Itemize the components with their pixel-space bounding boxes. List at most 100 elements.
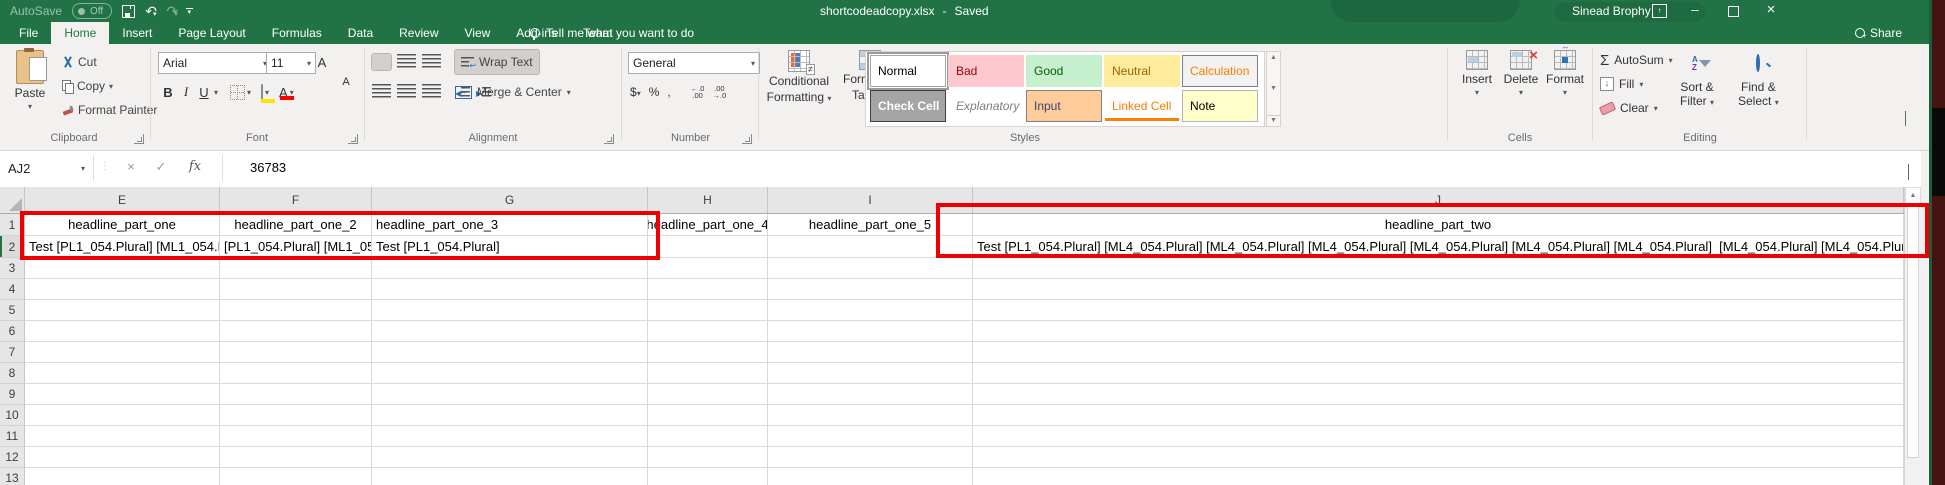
row-header-8[interactable]: 8 <box>0 363 25 384</box>
cell[interactable] <box>648 468 768 485</box>
row-header-9[interactable]: 9 <box>0 384 25 405</box>
row-header-13[interactable]: 13 <box>0 468 25 485</box>
number-format-combo[interactable]: General ▾ <box>628 52 760 74</box>
cell[interactable] <box>768 342 973 363</box>
cut-button[interactable]: Cut <box>62 52 97 72</box>
chevron-down-icon[interactable]: ▾ <box>1519 88 1523 97</box>
cell[interactable] <box>220 321 372 342</box>
row-header-7[interactable]: 7 <box>0 342 25 363</box>
cell[interactable] <box>768 279 973 300</box>
row-header-6[interactable]: 6 <box>0 321 25 342</box>
bold-button[interactable]: B <box>160 85 176 100</box>
gallery-scroll-down[interactable]: ▼ <box>1270 85 1277 92</box>
tell-me-box[interactable]: Tell me what you want to do <box>530 22 694 44</box>
column-header-F[interactable]: F <box>220 187 372 213</box>
cell-F1[interactable]: headline_part_one_2 <box>220 214 372 236</box>
merge-center-button[interactable]: ↔ Merge & Center ▾ <box>455 82 571 102</box>
ribbon-display-options-icon[interactable]: ↑ <box>1652 4 1667 18</box>
row-header-5[interactable]: 5 <box>0 300 25 321</box>
enter-button[interactable]: ✓ <box>148 159 174 175</box>
chevron-down-icon[interactable]: ▾ <box>265 88 269 97</box>
cell[interactable] <box>973 321 1904 342</box>
cancel-button[interactable]: × <box>118 159 144 174</box>
cell[interactable] <box>973 405 1904 426</box>
align-left-button[interactable] <box>372 84 391 100</box>
cell-I1[interactable]: headline_part_one_5 <box>768 214 973 236</box>
column-header-J[interactable]: J <box>973 187 1904 213</box>
row-header-10[interactable]: 10 <box>0 405 25 426</box>
cell[interactable] <box>25 384 220 405</box>
vertical-scrollbar[interactable]: ▲ <box>1904 187 1921 485</box>
tab-formulas[interactable]: Formulas <box>259 22 335 44</box>
chevron-down-icon[interactable]: ▾ <box>81 164 85 173</box>
tab-insert[interactable]: Insert <box>109 22 165 44</box>
style-input[interactable]: Input <box>1026 90 1102 122</box>
copy-button[interactable]: Copy ▾ <box>62 76 113 96</box>
cell-J1[interactable]: headline_part_two <box>973 214 1904 236</box>
cell-G1[interactable]: headline_part_one_3 <box>372 214 648 236</box>
collapse-ribbon-button[interactable] <box>1905 111 1906 126</box>
clipboard-dialog-launcher[interactable] <box>134 134 144 144</box>
align-center-button[interactable] <box>397 84 416 100</box>
expand-formula-bar-button[interactable] <box>1908 164 1909 180</box>
cell[interactable] <box>973 426 1904 447</box>
cell[interactable] <box>372 405 648 426</box>
font-dialog-launcher[interactable] <box>348 134 358 144</box>
row-header-4[interactable]: 4 <box>0 279 25 300</box>
percent-style-button[interactable]: % <box>649 85 660 99</box>
minimize-button[interactable]: – <box>1680 0 1710 22</box>
number-dialog-launcher[interactable] <box>742 134 752 144</box>
cell[interactable] <box>973 384 1904 405</box>
chevron-down-icon[interactable]: ▾ <box>1654 104 1658 113</box>
name-box[interactable]: AJ2 ▾ <box>0 155 94 181</box>
format-painter-button[interactable]: Format Painter <box>62 100 157 120</box>
scroll-up-button[interactable]: ▲ <box>1905 187 1921 204</box>
align-right-button[interactable] <box>422 84 441 100</box>
cell[interactable] <box>372 321 648 342</box>
style-linked-cell[interactable]: Linked Cell <box>1104 90 1180 122</box>
italic-button[interactable]: I <box>178 84 194 100</box>
cell[interactable] <box>648 447 768 468</box>
chevron-down-icon[interactable]: ▾ <box>1669 56 1673 65</box>
cell[interactable] <box>768 258 973 279</box>
cell[interactable] <box>372 279 648 300</box>
wrap-text-button[interactable]: Wrap Text <box>454 49 540 75</box>
autosave-toggle[interactable]: Off <box>72 3 113 19</box>
row-header-3[interactable]: 3 <box>0 258 25 279</box>
scrollbar-thumb[interactable] <box>1907 206 1919 458</box>
cell[interactable] <box>372 384 648 405</box>
redo-button[interactable]: ↷▾ <box>166 0 178 22</box>
undo-button[interactable]: ↶▾ <box>145 0 157 22</box>
cell[interactable] <box>372 363 648 384</box>
fill-color-button[interactable] <box>261 84 276 103</box>
fill-button[interactable]: ↓ Fill ▾ <box>1600 74 1643 94</box>
cell[interactable] <box>25 321 220 342</box>
cell[interactable] <box>768 426 973 447</box>
align-middle-button[interactable] <box>397 54 416 70</box>
cell[interactable] <box>25 300 220 321</box>
paste-button[interactable]: Paste ▾ <box>4 48 56 111</box>
cell[interactable] <box>648 363 768 384</box>
formula-input[interactable]: 36783 <box>250 160 286 175</box>
cell-G2[interactable]: Test [PL1_054.Plural] <box>372 236 648 258</box>
cell[interactable] <box>768 405 973 426</box>
row-header-2[interactable]: 2 <box>0 236 25 258</box>
cell-I2[interactable] <box>768 236 973 258</box>
cell[interactable] <box>372 342 648 363</box>
insert-function-button[interactable]: fx <box>182 159 208 174</box>
style-neutral[interactable]: Neutral <box>1104 55 1180 87</box>
cell[interactable] <box>25 363 220 384</box>
cell[interactable] <box>648 300 768 321</box>
cell[interactable] <box>648 342 768 363</box>
increase-decimal-button[interactable]: ←.0.00 <box>691 85 705 100</box>
align-bottom-button[interactable] <box>422 54 441 70</box>
style-bad[interactable]: Bad <box>948 55 1024 87</box>
cell-E2[interactable]: Test [PL1_054.Plural] [ML1_054.Plural] <box>25 236 220 258</box>
column-header-E[interactable]: E <box>25 187 220 213</box>
cell[interactable] <box>220 426 372 447</box>
cell[interactable] <box>973 258 1904 279</box>
cell[interactable] <box>648 384 768 405</box>
cell-F2[interactable]: [PL1_054.Plural] [ML1_054.Plural] <box>220 236 372 258</box>
gallery-more-button[interactable]: ▼ <box>1267 115 1280 124</box>
font-color-button[interactable]: A <box>279 85 295 100</box>
